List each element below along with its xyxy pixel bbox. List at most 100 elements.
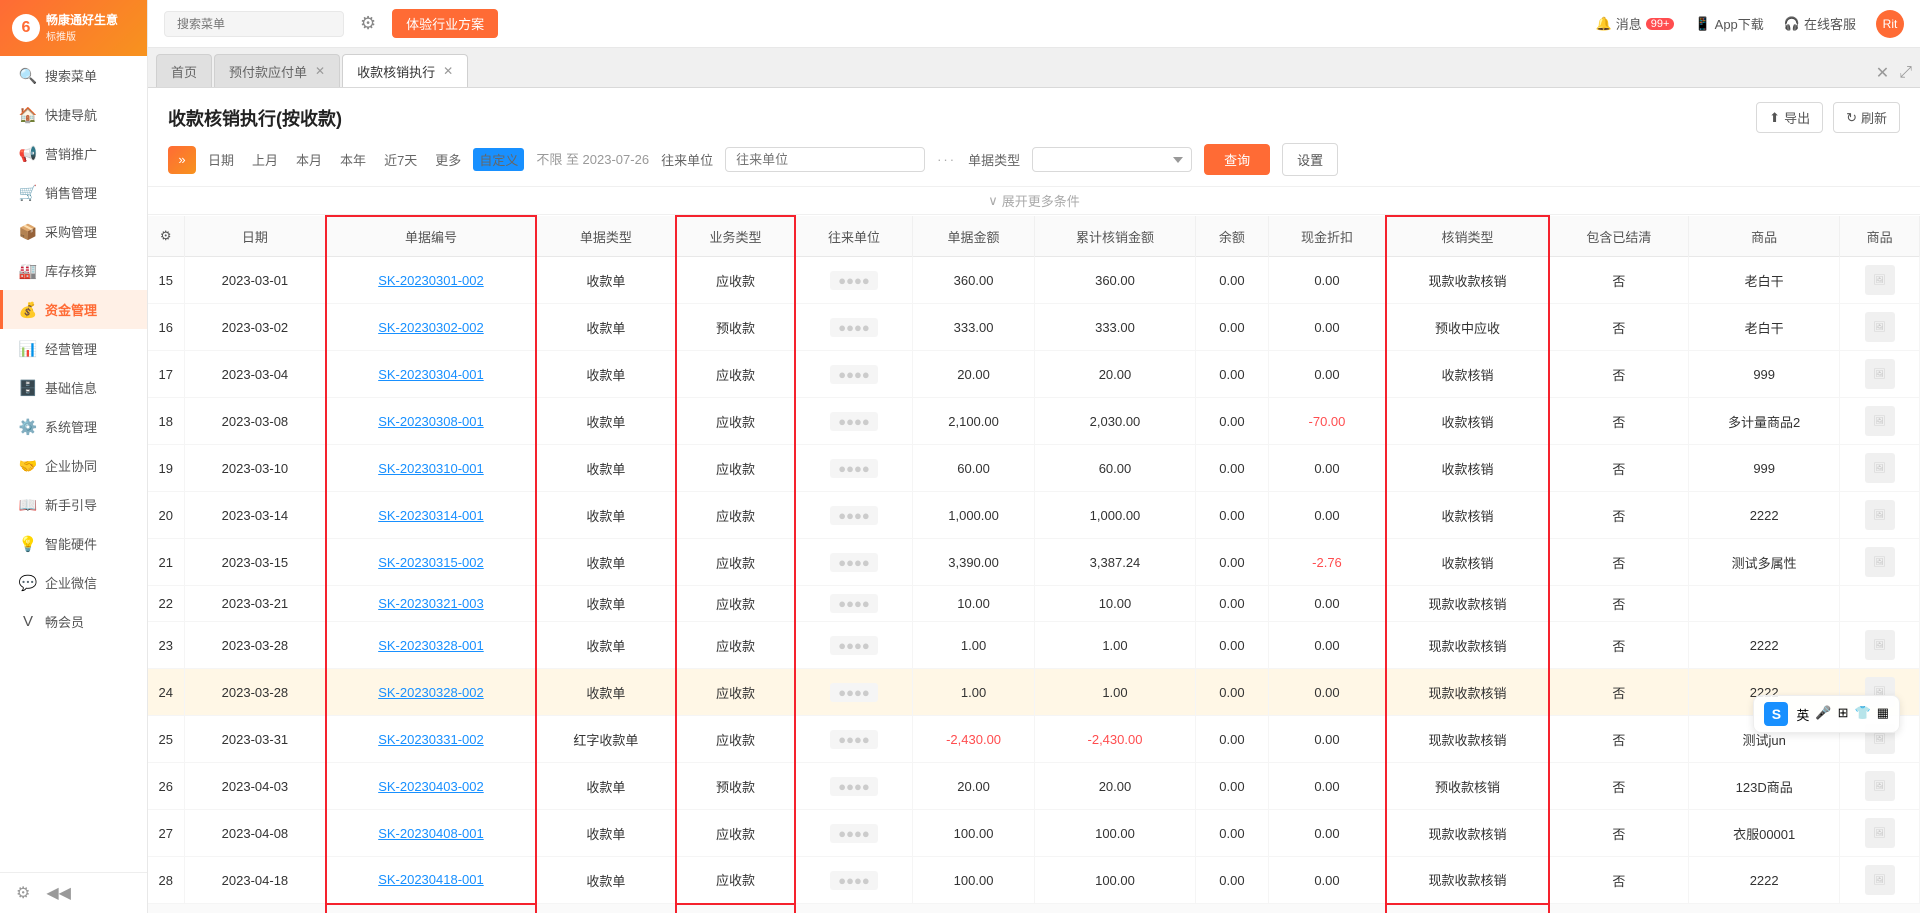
sidebar-label-member: 畅会员 [45, 612, 84, 631]
sidebar-item-search[interactable]: 🔍 搜索菜单 [0, 56, 147, 95]
sn-link[interactable]: SK-20230328-001 [378, 638, 484, 653]
goods-thumbnail: 🖼 [1865, 406, 1895, 436]
row-biz-type: 应收款 [676, 257, 795, 304]
sidebar-item-quicknav[interactable]: 🏠 快捷导航 [0, 95, 147, 134]
online-service-label: 在线客服 [1804, 14, 1856, 33]
tab-writeoff[interactable]: 收款核销执行 ✕ [342, 54, 468, 87]
export-button[interactable]: ⬆ 导出 [1756, 102, 1823, 133]
partner-blurred: ●●●● [830, 730, 877, 749]
row-discount: 0.00 [1268, 492, 1386, 539]
app-download-label: App下载 [1715, 14, 1764, 33]
wm-text-icon[interactable]: 英 [1796, 705, 1809, 724]
row-partner: ●●●● [795, 539, 913, 586]
sidebar-item-system[interactable]: ⚙️ 系统管理 [0, 407, 147, 446]
row-date: 2023-03-02 [184, 304, 326, 351]
sn-link[interactable]: SK-20230301-002 [378, 273, 484, 288]
sn-link[interactable]: SK-20230321-003 [378, 596, 484, 611]
industry-btn[interactable]: 体验行业方案 [392, 9, 498, 38]
tab-expand-icon[interactable]: ⤢ [1899, 64, 1912, 82]
sidebar-label-quicknav: 快捷导航 [45, 105, 97, 124]
expand-more-button[interactable]: ∨ 展开更多条件 [988, 191, 1080, 210]
sidebar-item-wechat[interactable]: 💬 企业微信 [0, 563, 147, 602]
wm-grid-icon[interactable]: ⊞ [1838, 705, 1849, 724]
sn-link[interactable]: SK-20230304-001 [378, 367, 484, 382]
sidebar-item-finance[interactable]: 💰 资金管理 [0, 290, 147, 329]
row-no: 24 [148, 669, 184, 716]
sidebar-item-hardware[interactable]: 💡 智能硬件 [0, 524, 147, 563]
sidebar-item-operation[interactable]: 📊 经营管理 [0, 329, 147, 368]
row-partner: ●●●● [795, 716, 913, 763]
row-sn: SK-20230321-003 [326, 586, 535, 622]
user-avatar[interactable]: Rit [1876, 10, 1904, 38]
query-button[interactable]: 查询 [1204, 144, 1270, 175]
date-last-7days[interactable]: 近7天 [378, 148, 423, 171]
row-cancel-type: 预收款核销 [1386, 763, 1549, 810]
tab-prepay[interactable]: 预付款应付单 ✕ [214, 54, 340, 87]
page-actions: ⬆ 导出 ↻ 刷新 [1756, 102, 1900, 133]
collapse-icon[interactable]: ◀◀ [46, 883, 71, 903]
sn-link[interactable]: SK-20230408-001 [378, 826, 484, 841]
date-range-display: 不限 至 2023-07-26 [536, 150, 649, 170]
row-discount: 0.00 [1268, 304, 1386, 351]
sidebar-item-marketing[interactable]: 📢 营销推广 [0, 134, 147, 173]
topbar: ⚙ 体验行业方案 🔔 消息 99+ 📱 App下载 🎧 在线客服 Rit [148, 0, 1920, 48]
sidebar-item-guide[interactable]: 📖 新手引导 [0, 485, 147, 524]
row-bill-type: 收款单 [536, 351, 677, 398]
row-goods: 999 [1689, 445, 1840, 492]
settings-icon[interactable]: ⚙ [16, 883, 30, 903]
sidebar-item-sales[interactable]: 🛒 销售管理 [0, 173, 147, 212]
sidebar-item-member[interactable]: V 畅会员 [0, 602, 147, 641]
settings-button[interactable]: 设置 [1282, 143, 1338, 176]
refresh-button[interactable]: ↻ 刷新 [1833, 102, 1900, 133]
bill-type-select[interactable] [1032, 147, 1192, 172]
tab-home[interactable]: 首页 [156, 54, 212, 87]
messages-item[interactable]: 🔔 消息 99+ [1596, 14, 1675, 33]
row-date: 2023-04-03 [184, 763, 326, 810]
col-settings-header[interactable]: ⚙ [148, 216, 184, 257]
sn-link[interactable]: SK-20230315-002 [378, 555, 484, 570]
sn-link[interactable]: SK-20230331-002 [378, 732, 484, 747]
wm-mic-icon[interactable]: 🎤 [1815, 705, 1831, 724]
wm-apps-icon[interactable]: ▦ [1877, 705, 1889, 724]
date-more[interactable]: 更多 [429, 148, 467, 171]
footer-sn [326, 904, 535, 913]
partner-blurred: ●●●● [830, 871, 877, 890]
date-custom-btn[interactable]: 自定义 [473, 148, 524, 171]
wm-shirt-icon[interactable]: 👕 [1855, 705, 1871, 724]
goods-thumbnail: 🖼 [1865, 359, 1895, 389]
row-date: 2023-03-04 [184, 351, 326, 398]
app-logo-sub: 标推版 [46, 28, 118, 43]
filter-expand-button[interactable]: » [168, 146, 196, 174]
sn-link[interactable]: SK-20230418-001 [378, 872, 484, 887]
sidebar-item-purchase[interactable]: 📦 采购管理 [0, 212, 147, 251]
home-tab-label: 首页 [171, 62, 197, 81]
topbar-search[interactable] [164, 11, 344, 37]
sidebar-item-base[interactable]: 🗄️ 基础信息 [0, 368, 147, 407]
row-writeoff-amount: 3,387.24 [1035, 539, 1196, 586]
row-biz-type: 应收款 [676, 810, 795, 857]
row-goods [1689, 586, 1840, 622]
row-sn: SK-20230315-002 [326, 539, 535, 586]
tab-bar-actions: ✕ ⤢ [1876, 63, 1912, 87]
date-last-month[interactable]: 上月 [246, 148, 284, 171]
sidebar-item-inventory[interactable]: 🏭 库存核算 [0, 251, 147, 290]
date-this-year[interactable]: 本年 [334, 148, 372, 171]
sn-link[interactable]: SK-20230314-001 [378, 508, 484, 523]
app-download-item[interactable]: 📱 App下载 [1694, 14, 1763, 33]
date-this-month[interactable]: 本月 [290, 148, 328, 171]
prepay-tab-close[interactable]: ✕ [315, 64, 325, 78]
sn-link[interactable]: SK-20230308-001 [378, 414, 484, 429]
sn-link[interactable]: SK-20230328-002 [378, 685, 484, 700]
sn-link[interactable]: SK-20230302-002 [378, 320, 484, 335]
sidebar-item-corp[interactable]: 🤝 企业协同 [0, 446, 147, 485]
partner-input[interactable] [725, 147, 925, 172]
sidebar-label-search: 搜索菜单 [45, 66, 97, 85]
topbar-gear-icon[interactable]: ⚙ [360, 13, 376, 34]
row-cancel-type: 预收中应收 [1386, 304, 1549, 351]
writeoff-tab-close[interactable]: ✕ [443, 64, 453, 78]
sn-link[interactable]: SK-20230403-002 [378, 779, 484, 794]
tab-close-all-icon[interactable]: ✕ [1876, 63, 1889, 83]
table-row: 18 2023-03-08 SK-20230308-001 收款单 应收款 ●●… [148, 398, 1920, 445]
online-service-item[interactable]: 🎧 在线客服 [1784, 14, 1856, 33]
sn-link[interactable]: SK-20230310-001 [378, 461, 484, 476]
